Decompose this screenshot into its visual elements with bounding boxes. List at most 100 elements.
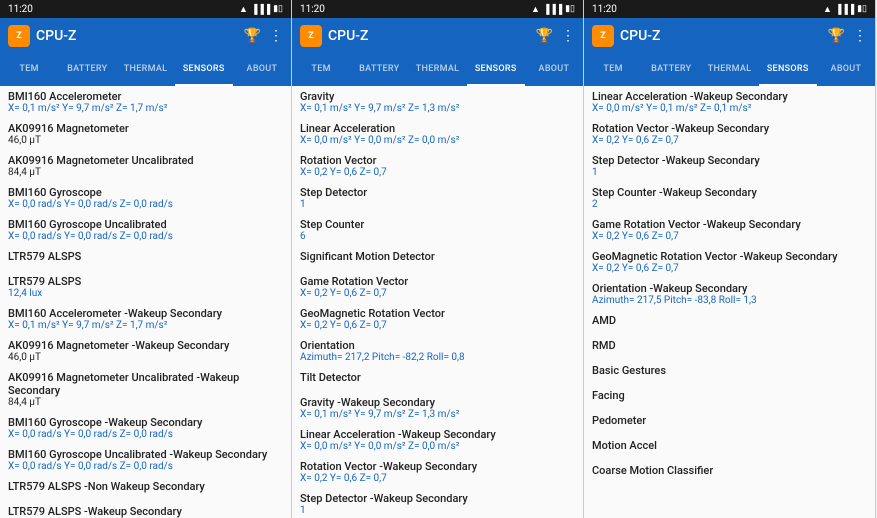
app-header: Z CPU-Z 🏆 ⋮ (0, 18, 291, 54)
tab-sensors[interactable]: SENSORS (759, 54, 817, 86)
sensor-item: Coarse Motion Classifier (592, 464, 867, 477)
sensor-item: BMI160 Gyroscope -Wakeup SecondaryX= 0,0… (8, 416, 283, 440)
sensor-value: X= 0,2 Y= 0,6 Z= 0,7 (300, 320, 575, 331)
sensor-item: Facing (592, 389, 867, 402)
app-logo: Z (592, 25, 614, 47)
sensor-item: Rotation Vector -Wakeup SecondaryX= 0,2 … (300, 460, 575, 484)
status-time: 11:20 (300, 4, 325, 15)
tab-tem[interactable]: TEM (0, 54, 58, 86)
tab-about[interactable]: ABOUT (525, 54, 583, 86)
more-icon[interactable]: ⋮ (853, 28, 867, 44)
tab-battery[interactable]: BATTERY (350, 54, 408, 86)
sensor-value: Azimuth= 217,2 Pitch= -82,2 Roll= 0,8 (300, 352, 575, 363)
sensor-item: Step Counter -Wakeup Secondary2 (592, 186, 867, 210)
sensor-name: Rotation Vector (300, 154, 575, 167)
sensor-name: BMI160 Accelerometer (8, 90, 283, 103)
sensor-value: X= 0,2 Y= 0,6 Z= 0,7 (592, 263, 867, 274)
trophy-icon[interactable]: 🏆 (536, 28, 553, 44)
tab-tem[interactable]: TEM (292, 54, 350, 86)
sensor-name: AK09916 Magnetometer Uncalibrated (8, 154, 283, 167)
status-icons: ▲ ▐▐▐ ▮▯ (239, 4, 283, 15)
sensor-name: Step Counter (300, 218, 575, 231)
sensor-value: X= 0,2 Y= 0,6 Z= 0,7 (300, 473, 575, 484)
header-actions: 🏆 ⋮ (828, 28, 867, 44)
sensor-name: Step Detector -Wakeup Secondary (300, 492, 575, 505)
sensor-value: X= 0,0 m/s² Y= 0,1 m/s² Z= 0,1 m/s² (592, 103, 867, 114)
sensor-value: 84,4 μT (8, 397, 283, 408)
tab-thermal[interactable]: THERMAL (700, 54, 758, 86)
battery-icon: ▮▯ (857, 4, 867, 14)
signal-icon: ▐▐▐ (251, 4, 270, 15)
sensor-item: Orientation -Wakeup SecondaryAzimuth= 21… (592, 282, 867, 306)
more-icon[interactable]: ⋮ (269, 28, 283, 44)
sensor-name: Coarse Motion Classifier (592, 464, 867, 477)
sensor-item: Significant Motion Detector (300, 250, 575, 263)
sensor-name: BMI160 Gyroscope Uncalibrated (8, 218, 283, 231)
tab-bar: TEMBATTERYTHERMALSENSORSABOUT (292, 54, 583, 86)
sensor-item: Game Rotation Vector -Wakeup SecondaryX=… (592, 218, 867, 242)
sensor-item: Step Detector -Wakeup Secondary1 (592, 154, 867, 178)
more-icon[interactable]: ⋮ (561, 28, 575, 44)
sensor-value: X= 0,2 Y= 0,6 Z= 0,7 (592, 231, 867, 242)
sensor-value: X= 0,0 rad/s Y= 0,0 rad/s Z= 0,0 rad/s (8, 429, 283, 440)
header-actions: 🏆 ⋮ (536, 28, 575, 44)
signal-icon: ▐▐▐ (543, 4, 562, 15)
sensor-value: X= 0,2 Y= 0,6 Z= 0,7 (592, 135, 867, 146)
wifi-icon: ▲ (531, 4, 540, 15)
sensor-item: GravityX= 0,1 m/s² Y= 9,7 m/s² Z= 1,3 m/… (300, 90, 575, 114)
sensor-value: 84,4 μT (8, 167, 283, 178)
sensor-item: Linear Acceleration -Wakeup SecondaryX= … (300, 428, 575, 452)
trophy-icon[interactable]: 🏆 (828, 28, 845, 44)
sensor-item: RMD (592, 339, 867, 352)
tab-tem[interactable]: TEM (584, 54, 642, 86)
sensor-name: Gravity (300, 90, 575, 103)
tab-about[interactable]: ABOUT (233, 54, 291, 86)
sensor-value: 1 (300, 199, 575, 210)
phone-panel-1: 11:20 ▲ ▐▐▐ ▮▯ Z CPU-Z 🏆 ⋮ TEMBATTERYTHE… (0, 0, 292, 518)
sensor-name: BMI160 Gyroscope -Wakeup Secondary (8, 416, 283, 429)
app-title: CPU-Z (36, 28, 244, 44)
sensor-name: AMD (592, 314, 867, 327)
sensor-name: Step Detector -Wakeup Secondary (592, 154, 867, 167)
sensor-name: Linear Acceleration (300, 122, 575, 135)
tab-thermal[interactable]: THERMAL (116, 54, 174, 86)
sensor-name: AK09916 Magnetometer -Wakeup Secondary (8, 339, 283, 352)
tab-about[interactable]: ABOUT (817, 54, 875, 86)
header-actions: 🏆 ⋮ (244, 28, 283, 44)
sensor-name: Basic Gestures (592, 364, 867, 377)
tab-battery[interactable]: BATTERY (58, 54, 116, 86)
sensor-value: X= 0,1 m/s² Y= 9,7 m/s² Z= 1,3 m/s² (300, 409, 575, 420)
sensor-name: Significant Motion Detector (300, 250, 575, 263)
signal-icon: ▐▐▐ (835, 4, 854, 15)
tab-sensors[interactable]: SENSORS (175, 54, 233, 86)
app-header: Z CPU-Z 🏆 ⋮ (292, 18, 583, 54)
sensor-value: Azimuth= 217,5 Pitch= -83,8 Roll= 1,3 (592, 295, 867, 306)
sensor-value: X= 0,0 rad/s Y= 0,0 rad/s Z= 0,0 rad/s (8, 461, 283, 472)
sensor-item: Game Rotation VectorX= 0,2 Y= 0,6 Z= 0,7 (300, 275, 575, 299)
sensor-name: Linear Acceleration -Wakeup Secondary (592, 90, 867, 103)
sensor-item: LTR579 ALSPS12,4 lux (8, 275, 283, 299)
sensor-item: Step Detector1 (300, 186, 575, 210)
sensor-name: Step Counter -Wakeup Secondary (592, 186, 867, 199)
sensor-list: Gravity X= 0,1 m/s² Y= 9,7 m/s² Z= 1,3 m/… (292, 86, 583, 518)
sensor-item: GeoMagnetic Rotation VectorX= 0,2 Y= 0,6… (300, 307, 575, 331)
sensor-name: Game Rotation Vector -Wakeup Secondary (592, 218, 867, 231)
sensor-item: LTR579 ALSPS -Wakeup Secondary12,4 lux (8, 505, 283, 518)
sensor-list: Linear Acceleration -Wakeup SecondaryX= … (584, 86, 875, 518)
sensor-item: Rotation Vector -Wakeup SecondaryX= 0,2 … (592, 122, 867, 146)
sensor-name: Orientation (300, 339, 575, 352)
status-time: 11:20 (8, 4, 33, 15)
trophy-icon[interactable]: 🏆 (244, 28, 261, 44)
sensor-name: AK09916 Magnetometer Uncalibrated -Wakeu… (8, 371, 283, 397)
battery-icon: ▮▯ (565, 4, 575, 14)
status-time: 11:20 (592, 4, 617, 15)
sensor-name: Step Detector (300, 186, 575, 199)
sensor-name: GeoMagnetic Rotation Vector -Wakeup Seco… (592, 250, 867, 263)
sensor-value: 12,4 lux (8, 288, 283, 299)
tab-thermal[interactable]: THERMAL (408, 54, 466, 86)
sensor-item: AK09916 Magnetometer46,0 μT (8, 122, 283, 146)
sensor-name: Facing (592, 389, 867, 402)
tab-sensors[interactable]: SENSORS (467, 54, 525, 86)
tab-battery[interactable]: BATTERY (642, 54, 700, 86)
sensor-name: Tilt Detector (300, 371, 575, 384)
